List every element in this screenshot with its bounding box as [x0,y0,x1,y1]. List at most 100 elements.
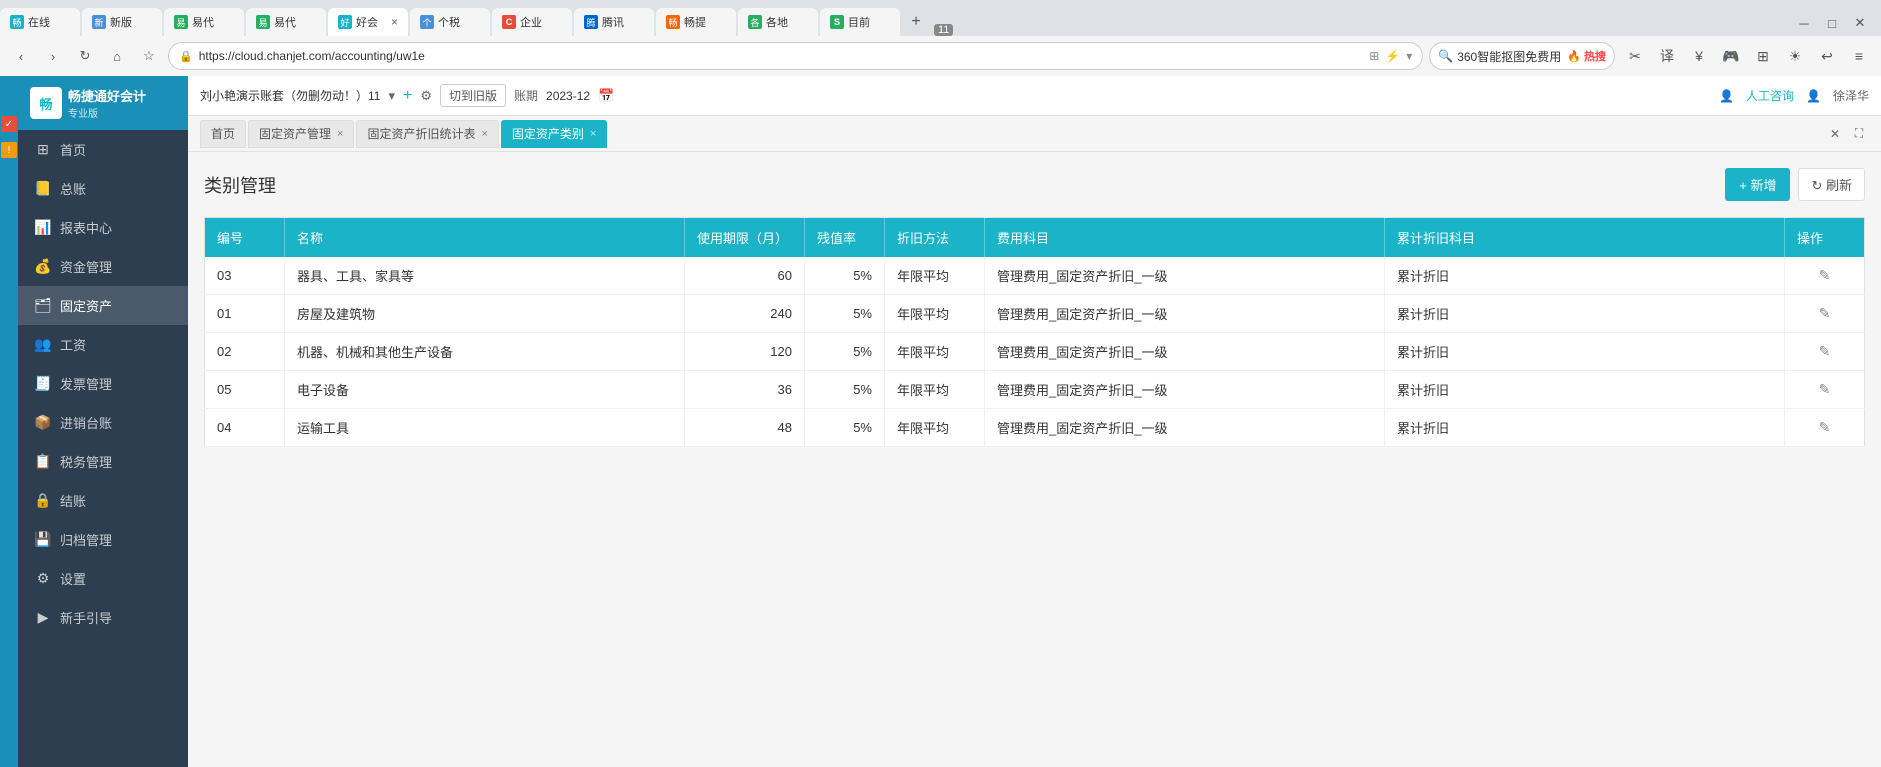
search-bar[interactable]: 🔍 360智能抠图免费用 🔥 热搜 [1429,42,1615,70]
sidebar-item-label: 固定资产 [60,296,112,315]
cell-cost-account: 管理费用_固定资产折旧_一级 [985,295,1385,333]
add-account-icon[interactable]: + [403,87,412,105]
guide-icon: ▶ [34,609,52,627]
tab-close-icon[interactable]: × [391,15,398,29]
page-tab-home[interactable]: 首页 [200,120,246,148]
cell-rate: 5% [805,371,885,409]
sidebar-item-reports[interactable]: 📊 报表中心 [18,208,188,247]
top-bar: 刘小艳演示账套（勿删勿动！）11 ▾ + ⚙ 切到旧版 账期 2023-12 📅… [188,76,1881,116]
page-tab-label: 固定资产折旧统计表 [367,125,475,142]
browser-tab-qiye[interactable]: C 企业 [492,8,572,36]
forward-button[interactable]: › [40,43,66,69]
browser-tab-gesui[interactable]: 个 个税 [410,8,490,36]
switch-version-button[interactable]: 切到旧版 [440,84,506,107]
home-button[interactable]: ⌂ [104,43,130,69]
sidebar-item-archive[interactable]: 💾 归档管理 [18,520,188,559]
cell-method: 年限平均 [885,409,985,447]
page-tab-assets-mgmt[interactable]: 固定资产管理 × [248,120,354,148]
new-tab-button[interactable]: + [902,8,930,36]
stripe-icon-2[interactable]: ! [1,142,17,158]
sidebar-subtitle: 专业版 [68,105,146,120]
reports-icon: 📊 [34,219,52,237]
settings-icon[interactable]: ⚙ [420,88,432,104]
sidebar-item-funds[interactable]: 💰 资金管理 [18,247,188,286]
sidebar-item-label: 结账 [60,491,86,510]
edit-icon[interactable]: ✎ [1819,305,1831,321]
page-title: 类别管理 [204,172,276,198]
secure-icon: 🔒 [179,50,193,63]
sidebar-header: 畅 畅捷通好会计 专业版 [18,76,188,130]
cell-rate: 5% [805,409,885,447]
tab-favicon: 易 [256,15,270,29]
cell-code: 04 [205,409,285,447]
table-body: 03 器具、工具、家具等 60 5% 年限平均 管理费用_固定资产折旧_一级 累… [205,257,1865,447]
cell-accum-account: 累计折旧 [1385,371,1785,409]
brightness-icon[interactable]: ☀ [1781,42,1809,70]
reload-button[interactable]: ↻ [72,43,98,69]
edit-icon[interactable]: ✎ [1819,419,1831,435]
sidebar-item-assets[interactable]: 🗂 固定资产 [18,286,188,325]
toolbar-icons: ✂ 译 ¥ 🎮 ⊞ ☀ ↩ ≡ [1621,42,1873,70]
page-tab-asset-category[interactable]: 固定资产类别 × [501,120,607,148]
maximize-window-icon[interactable]: ⛶ [1849,124,1869,144]
cell-name: 机器、机械和其他生产设备 [285,333,685,371]
url-bar[interactable]: 🔒 https://cloud.chanjet.com/accounting/u… [168,42,1423,70]
closing-icon: 🔒 [34,492,52,510]
stripe-icon-1[interactable]: ✓ [1,116,17,132]
period-value: 2023-12 [546,89,590,103]
bookmark-button[interactable]: ☆ [136,43,162,69]
close-window-icon[interactable]: ✕ [1825,124,1845,144]
minimize-button[interactable]: ─ [1791,10,1817,36]
page-tab-close-icon[interactable]: × [590,128,596,140]
sidebar-item-closing[interactable]: 🔒 结账 [18,481,188,520]
sidebar-item-payroll[interactable]: 👥 工资 [18,325,188,364]
browser-tab-tengxun[interactable]: 腾 腾讯 [574,8,654,36]
dropdown-icon[interactable]: ▾ [388,88,395,104]
sidebar-item-settings[interactable]: ⚙ 设置 [18,559,188,598]
sidebar-item-label: 总账 [60,179,86,198]
game-icon[interactable]: 🎮 [1717,42,1745,70]
browser-tab-muqian[interactable]: S 目前 [820,8,900,36]
close-button[interactable]: ✕ [1847,10,1873,36]
tab-favicon: 畅 [666,15,680,29]
browser-tab-yidai1[interactable]: 易 易代 [164,8,244,36]
url-dropdown-icon[interactable]: ▾ [1406,49,1412,63]
sidebar-item-home[interactable]: ⊞ 首页 [18,130,188,169]
menu-icon[interactable]: ≡ [1845,42,1873,70]
calendar-icon[interactable]: 📅 [598,88,614,104]
url-more-icon: ⊞ [1369,49,1379,63]
page-tabs: 首页 固定资产管理 × 固定资产折旧统计表 × 固定资产类别 × ✕ ⛶ [188,116,1881,152]
refresh-button[interactable]: ↻ 刷新 [1798,168,1865,201]
edit-icon[interactable]: ✎ [1819,381,1831,397]
browser-tab-zaixian[interactable]: 畅 在线 [0,8,80,36]
browser-tab-gedi[interactable]: 各 各地 [738,8,818,36]
cell-rate: 5% [805,257,885,295]
undo-icon[interactable]: ↩ [1813,42,1841,70]
sidebar-item-tax[interactable]: 📋 税务管理 [18,442,188,481]
browser-tab-yidai2[interactable]: 易 易代 [246,8,326,36]
address-bar: ‹ › ↻ ⌂ ☆ 🔒 https://cloud.chanjet.com/ac… [0,36,1881,76]
tab-favicon: 好 [338,15,352,29]
col-header-accum: 累计折旧科目 [1385,218,1785,258]
translate-icon[interactable]: 译 [1653,42,1681,70]
page-tab-label: 首页 [211,125,235,142]
edit-icon[interactable]: ✎ [1819,343,1831,359]
service-label[interactable]: 人工咨询 [1746,87,1794,104]
browser-tab-haohui[interactable]: 好 好会 × [328,8,408,36]
grid-icon[interactable]: ⊞ [1749,42,1777,70]
add-button[interactable]: + 新增 [1725,168,1790,201]
sidebar-item-inventory[interactable]: 📦 进销台账 [18,403,188,442]
browser-tab-xinban[interactable]: 新 新版 [82,8,162,36]
sidebar-item-guide[interactable]: ▶ 新手引导 [18,598,188,637]
wallet-icon[interactable]: ¥ [1685,42,1713,70]
maximize-button[interactable]: □ [1819,10,1845,36]
page-tab-close-icon[interactable]: × [337,128,343,140]
edit-icon[interactable]: ✎ [1819,267,1831,283]
sidebar-item-invoice[interactable]: 🧾 发票管理 [18,364,188,403]
browser-tab-changti[interactable]: 畅 畅提 [656,8,736,36]
page-tab-close-icon[interactable]: × [481,128,487,140]
page-tab-depreciation-table[interactable]: 固定资产折旧统计表 × [356,120,498,148]
scissors-icon[interactable]: ✂ [1621,42,1649,70]
sidebar-item-ledger[interactable]: 📒 总账 [18,169,188,208]
back-button[interactable]: ‹ [8,43,34,69]
